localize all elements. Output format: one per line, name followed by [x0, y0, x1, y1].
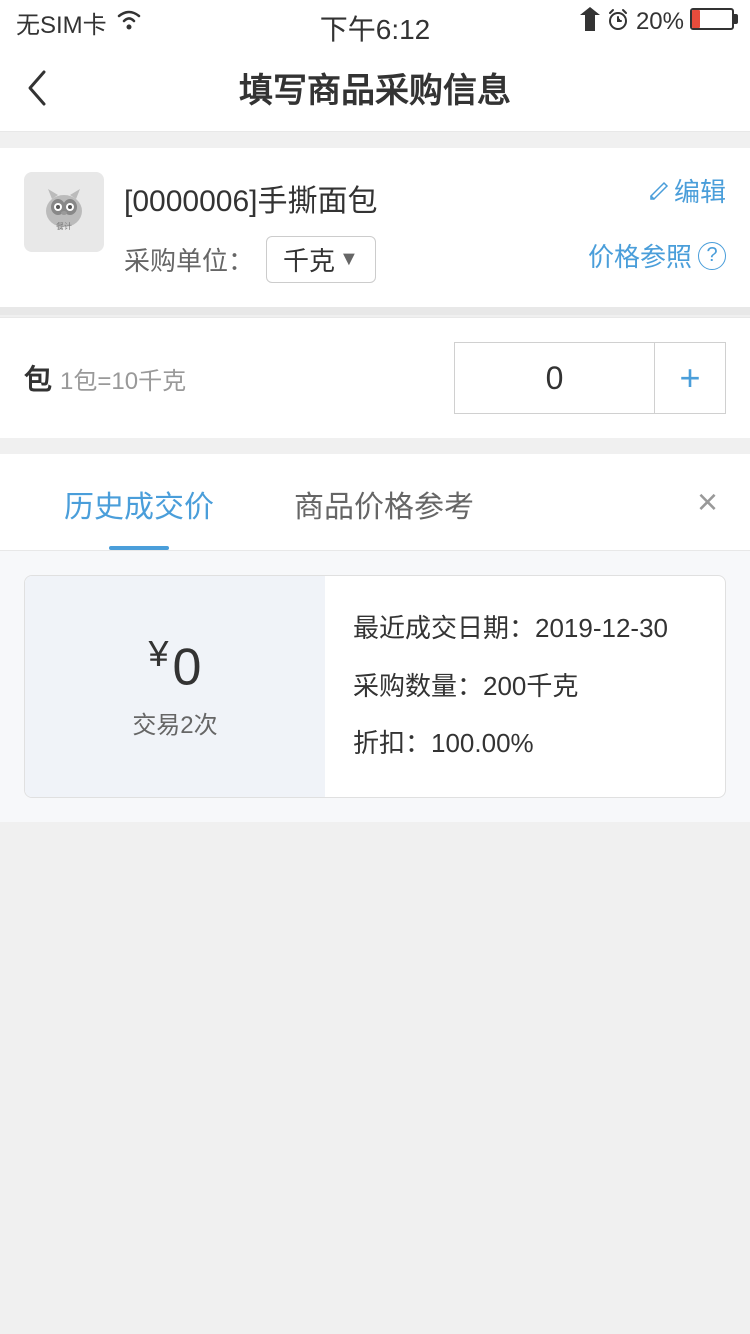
location-icon: [580, 7, 600, 38]
history-trades: 交易2次: [132, 705, 217, 740]
battery-icon: [690, 8, 734, 37]
product-header: 餐计 [0000006]手撕面包 采购单位： 千克 ▼ 编辑: [24, 172, 726, 283]
section-divider: [0, 307, 750, 315]
history-price-section: ¥0 交易2次: [25, 576, 325, 797]
recent-date-row: 最近成交日期：2019-12-30: [353, 608, 697, 650]
unit-select[interactable]: 千克 ▼: [266, 236, 376, 283]
price-ref-button[interactable]: 价格参照 ?: [588, 237, 726, 278]
quantity-label: 包 1包=10千克: [24, 358, 186, 398]
price-ref-label: 价格参照: [588, 237, 692, 274]
battery-percent: 20%: [636, 8, 684, 36]
product-unit-row: 采购单位： 千克 ▼: [124, 236, 377, 283]
quantity-conversion: 1包=10千克: [60, 361, 186, 396]
wifi-icon: [115, 8, 143, 37]
tab-product-price-ref[interactable]: 商品价格参考: [254, 454, 514, 550]
alarm-icon: [606, 7, 630, 38]
product-icon: 餐计: [24, 172, 104, 252]
price-symbol: ¥: [149, 633, 169, 674]
tab-history-label: 历史成交价: [64, 491, 214, 524]
plus-icon: +: [679, 357, 700, 399]
product-thumbnail-icon: 餐计: [36, 179, 92, 245]
tab-section: 历史成交价 商品价格参考 × ¥0 交易2次: [0, 454, 750, 822]
help-icon: ?: [698, 242, 726, 270]
discount-value: 100.00%: [431, 728, 534, 758]
purchase-quantity-label: 采购数量：: [353, 671, 483, 701]
close-icon: ×: [697, 481, 718, 522]
discount-row: 折扣：100.00%: [353, 723, 697, 765]
recent-date-label: 最近成交日期：: [353, 613, 535, 643]
page-title: 填写商品采购信息: [239, 63, 511, 112]
nav-bar: 填写商品采购信息: [0, 44, 750, 132]
quantity-section: 包 1包=10千克 0 +: [0, 317, 750, 438]
edit-label: 编辑: [674, 172, 726, 209]
quantity-input[interactable]: 0: [454, 342, 654, 414]
history-card: ¥0 交易2次 最近成交日期：2019-12-30 采购数量：200千克 折扣：…: [24, 575, 726, 798]
status-bar: 无SIM卡 下午6:12 20%: [0, 0, 750, 44]
history-details: 最近成交日期：2019-12-30 采购数量：200千克 折扣：100.00%: [325, 576, 725, 797]
quantity-controls: 0 +: [454, 342, 726, 414]
product-info: [0000006]手撕面包 采购单位： 千克 ▼: [124, 172, 377, 283]
tabs: 历史成交价 商品价格参考: [24, 454, 689, 550]
recent-date-value: 2019-12-30: [535, 613, 668, 643]
product-card: 餐计 [0000006]手撕面包 采购单位： 千克 ▼ 编辑: [0, 148, 750, 307]
quantity-unit: 包: [24, 358, 52, 398]
svg-text:餐计: 餐计: [56, 221, 72, 231]
tab-product-label: 商品价格参考: [294, 491, 474, 524]
quantity-plus-button[interactable]: +: [654, 342, 726, 414]
main-content: 历史成交价 商品价格参考 × ¥0 交易2次: [0, 454, 750, 1054]
unit-value: 千克: [283, 241, 335, 278]
quantity-row-detail: 采购数量：200千克: [353, 666, 697, 708]
product-name: [0000006]手撕面包: [124, 176, 377, 220]
status-left: 无SIM卡: [16, 5, 143, 40]
unit-dropdown-arrow: ▼: [339, 248, 359, 271]
tab-history-price[interactable]: 历史成交价: [24, 454, 254, 550]
quantity-value: 0: [546, 360, 564, 397]
product-left: 餐计 [0000006]手撕面包 采购单位： 千克 ▼: [24, 172, 377, 283]
price-value: 0: [173, 638, 202, 696]
tab-bar: 历史成交价 商品价格参考 ×: [0, 454, 750, 551]
edit-button[interactable]: 编辑: [648, 172, 726, 209]
status-time: 下午6:12: [320, 8, 431, 48]
history-price: ¥0: [149, 633, 202, 697]
product-actions: 编辑 价格参照 ?: [588, 172, 726, 278]
discount-label: 折扣：: [353, 728, 431, 758]
quantity-row: 包 1包=10千克 0 +: [0, 318, 750, 438]
history-content: ¥0 交易2次 最近成交日期：2019-12-30 采购数量：200千克 折扣：…: [0, 551, 750, 822]
status-right: 20%: [580, 7, 734, 38]
tab-close-button[interactable]: ×: [689, 473, 726, 531]
carrier-text: 无SIM卡: [16, 5, 107, 40]
back-button[interactable]: [24, 68, 48, 108]
unit-label: 采购单位：: [124, 241, 254, 278]
purchase-quantity-value: 200千克: [483, 671, 578, 701]
